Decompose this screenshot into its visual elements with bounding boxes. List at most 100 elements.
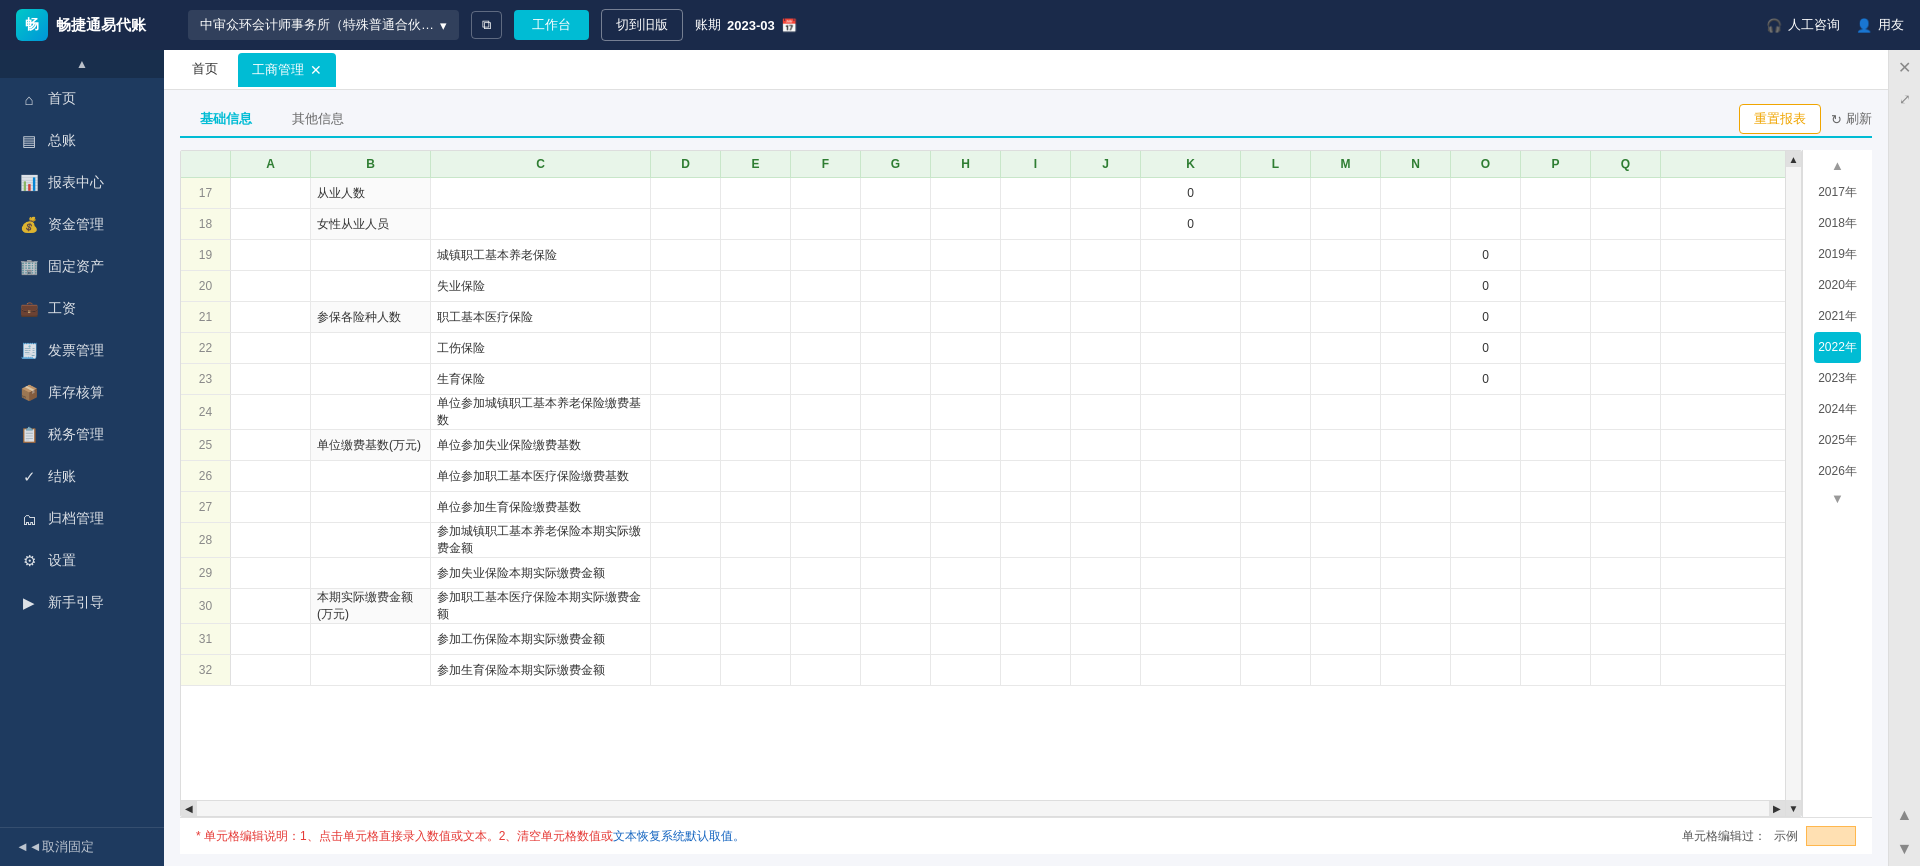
cell-28-M[interactable] <box>1311 523 1381 557</box>
cell-26-N[interactable] <box>1381 461 1451 491</box>
cell-19-O[interactable]: 0 <box>1451 240 1521 270</box>
cell-31-M[interactable] <box>1311 624 1381 654</box>
cell-20-P[interactable] <box>1521 271 1591 301</box>
cell-18-G[interactable] <box>861 209 931 239</box>
cell-30-N[interactable] <box>1381 589 1451 623</box>
cell-32-O[interactable] <box>1451 655 1521 685</box>
year-nav-down[interactable]: ▼ <box>1803 487 1872 510</box>
cell-21-N[interactable] <box>1381 302 1451 332</box>
cell-17-P[interactable] <box>1521 178 1591 208</box>
cell-24-O[interactable] <box>1451 395 1521 429</box>
cell-22-L[interactable] <box>1241 333 1311 363</box>
cell-29-K[interactable] <box>1141 558 1241 588</box>
cell-27-A[interactable] <box>231 492 311 522</box>
year-item-2021年[interactable]: 2021年 <box>1814 301 1861 332</box>
cell-22-Q[interactable] <box>1591 333 1661 363</box>
cell-30-I[interactable] <box>1001 589 1071 623</box>
cell-22-H[interactable] <box>931 333 1001 363</box>
calendar-icon[interactable]: 📅 <box>781 18 797 33</box>
cell-17-M[interactable] <box>1311 178 1381 208</box>
cell-26-A[interactable] <box>231 461 311 491</box>
cell-21-F[interactable] <box>791 302 861 332</box>
cell-30-O[interactable] <box>1451 589 1521 623</box>
cell-32-G[interactable] <box>861 655 931 685</box>
cell-25-K[interactable] <box>1141 430 1241 460</box>
cell-25-L[interactable] <box>1241 430 1311 460</box>
cell-32-H[interactable] <box>931 655 1001 685</box>
cell-30-M[interactable] <box>1311 589 1381 623</box>
cell-28-Q[interactable] <box>1591 523 1661 557</box>
cell-32-B[interactable] <box>311 655 431 685</box>
h-scroll-left[interactable]: ◀ <box>181 801 197 817</box>
panel-down-button[interactable]: ▼ <box>1889 832 1920 866</box>
cell-31-L[interactable] <box>1241 624 1311 654</box>
cell-24-I[interactable] <box>1001 395 1071 429</box>
cell-18-Q[interactable] <box>1591 209 1661 239</box>
cell-17-B[interactable]: 从业人数 <box>311 178 431 208</box>
sub-tab-other[interactable]: 其他信息 <box>272 102 364 138</box>
cell-32-L[interactable] <box>1241 655 1311 685</box>
tab-home[interactable]: 首页 <box>176 52 234 88</box>
cell-30-K[interactable] <box>1141 589 1241 623</box>
cell-28-A[interactable] <box>231 523 311 557</box>
cell-24-G[interactable] <box>861 395 931 429</box>
cell-32-E[interactable] <box>721 655 791 685</box>
cell-19-D[interactable] <box>651 240 721 270</box>
cell-23-Q[interactable] <box>1591 364 1661 394</box>
cell-28-J[interactable] <box>1071 523 1141 557</box>
cell-25-A[interactable] <box>231 430 311 460</box>
cell-31-J[interactable] <box>1071 624 1141 654</box>
cell-21-K[interactable] <box>1141 302 1241 332</box>
cell-24-B[interactable] <box>311 395 431 429</box>
cell-21-L[interactable] <box>1241 302 1311 332</box>
cell-29-P[interactable] <box>1521 558 1591 588</box>
cell-20-G[interactable] <box>861 271 931 301</box>
cell-17-Q[interactable] <box>1591 178 1661 208</box>
cell-32-I[interactable] <box>1001 655 1071 685</box>
cell-29-I[interactable] <box>1001 558 1071 588</box>
cell-25-E[interactable] <box>721 430 791 460</box>
cell-27-H[interactable] <box>931 492 1001 522</box>
cell-28-D[interactable] <box>651 523 721 557</box>
year-item-2018年[interactable]: 2018年 <box>1814 208 1861 239</box>
cell-26-L[interactable] <box>1241 461 1311 491</box>
user-area[interactable]: 👤 用友 <box>1856 16 1904 34</box>
cell-23-N[interactable] <box>1381 364 1451 394</box>
cell-27-P[interactable] <box>1521 492 1591 522</box>
cell-21-B[interactable]: 参保各险种人数 <box>311 302 431 332</box>
cell-32-F[interactable] <box>791 655 861 685</box>
cell-31-Q[interactable] <box>1591 624 1661 654</box>
cell-20-B[interactable] <box>311 271 431 301</box>
sidebar-scroll-up[interactable]: ▲ <box>0 50 164 78</box>
cell-29-E[interactable] <box>721 558 791 588</box>
cell-23-D[interactable] <box>651 364 721 394</box>
cell-27-E[interactable] <box>721 492 791 522</box>
cell-31-G[interactable] <box>861 624 931 654</box>
cell-28-O[interactable] <box>1451 523 1521 557</box>
cell-30-G[interactable] <box>861 589 931 623</box>
cell-25-B[interactable]: 单位缴费基数(万元) <box>311 430 431 460</box>
cell-20-O[interactable]: 0 <box>1451 271 1521 301</box>
cell-28-L[interactable] <box>1241 523 1311 557</box>
cell-26-K[interactable] <box>1141 461 1241 491</box>
cell-23-G[interactable] <box>861 364 931 394</box>
cell-23-F[interactable] <box>791 364 861 394</box>
cell-21-G[interactable] <box>861 302 931 332</box>
reset-button[interactable]: 重置报表 <box>1739 104 1821 134</box>
cell-25-M[interactable] <box>1311 430 1381 460</box>
cell-31-B[interactable] <box>311 624 431 654</box>
cell-31-E[interactable] <box>721 624 791 654</box>
sidebar-item-guide[interactable]: ▶新手引导 <box>0 582 164 624</box>
cell-25-Q[interactable] <box>1591 430 1661 460</box>
cell-21-A[interactable] <box>231 302 311 332</box>
cell-22-F[interactable] <box>791 333 861 363</box>
cell-28-B[interactable] <box>311 523 431 557</box>
panel-up-button[interactable]: ▲ <box>1889 798 1920 832</box>
cell-22-D[interactable] <box>651 333 721 363</box>
cell-25-I[interactable] <box>1001 430 1071 460</box>
cell-20-J[interactable] <box>1071 271 1141 301</box>
cell-21-D[interactable] <box>651 302 721 332</box>
cell-19-J[interactable] <box>1071 240 1141 270</box>
cell-31-I[interactable] <box>1001 624 1071 654</box>
v-scroll-up[interactable]: ▲ <box>1786 151 1801 167</box>
